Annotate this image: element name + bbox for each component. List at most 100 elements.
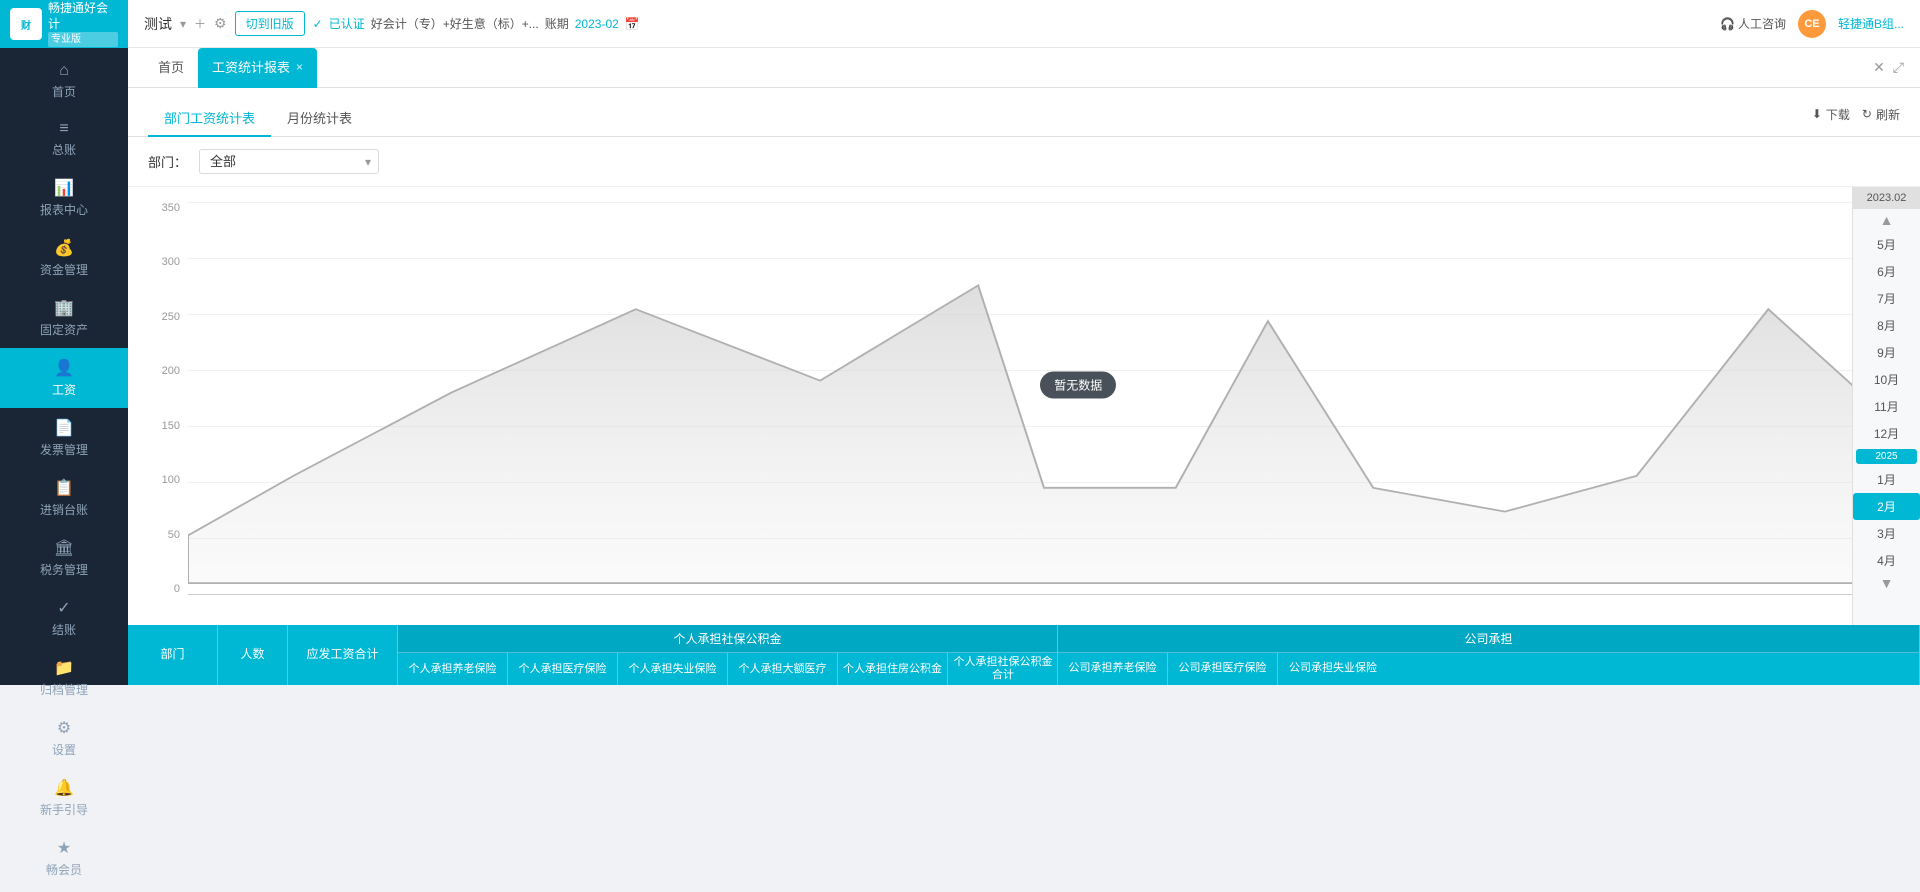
table-header: 部门 人数 应发工资合计 个人承担社保公积金 个人承担养老保险 个人承担医疗保险	[128, 625, 1920, 685]
th-company-unemployment: 公司承担失业保险	[1278, 653, 1388, 685]
sidebar-item-label: 进销台账	[40, 501, 88, 518]
headset-icon: 🎧	[1720, 17, 1735, 31]
company-title: 测试	[144, 14, 172, 34]
avatar: CE	[1798, 10, 1826, 38]
area-chart	[188, 202, 1900, 595]
salary-icon: 👤	[54, 358, 74, 378]
nav-down-btn[interactable]: ▼	[1875, 574, 1899, 592]
sidebar-item-assets[interactable]: 🏢 固定资产	[0, 288, 128, 348]
month-11[interactable]: 11月	[1853, 393, 1920, 420]
certified-label: 已认证	[329, 15, 365, 32]
refresh-icon: ↻	[1862, 107, 1872, 121]
sidebar-item-close[interactable]: ✓ 结账	[0, 588, 128, 648]
tab-home-label: 首页	[158, 57, 184, 76]
year-badge-2025: 2025	[1856, 449, 1916, 464]
settings-gear-icon[interactable]: ⚙	[214, 15, 227, 32]
sidebar-item-label: 归档管理	[40, 681, 88, 698]
sidebar-item-label: 税务管理	[40, 561, 88, 578]
sidebar-item-label: 设置	[52, 741, 76, 758]
month-6[interactable]: 6月	[1853, 258, 1920, 285]
window-maximize-icon[interactable]: ⤢	[1893, 59, 1904, 76]
sales-icon: 📋	[54, 478, 74, 498]
reports-icon: 📊	[54, 178, 74, 198]
logo-icon: 财	[10, 8, 42, 40]
month-3[interactable]: 3月	[1853, 520, 1920, 547]
ledger-icon: ≡	[59, 120, 68, 138]
sidebar-item-reports[interactable]: 📊 报表中心	[0, 168, 128, 228]
sidebar-item-label: 工资	[52, 381, 76, 398]
funds-icon: 💰	[54, 238, 74, 258]
sidebar-item-settings[interactable]: ⚙ 设置	[0, 708, 128, 768]
y-label-350: 350	[162, 202, 180, 214]
main-area: 测试 ▾ ＋ ⚙ 切到旧版 ✓ 已认证 好会计（专）+好生意（标）+... 账期…	[128, 0, 1920, 685]
th-personal-medical: 个人承担医疗保险	[508, 653, 618, 685]
sidebar-item-salary[interactable]: 👤 工资	[0, 348, 128, 408]
month-2-active[interactable]: 2月	[1853, 493, 1920, 520]
sidebar-item-guide[interactable]: 🔔 新手引导	[0, 768, 128, 828]
sidebar-item-label: 结账	[52, 621, 76, 638]
window-close-icon[interactable]: ✕	[1873, 59, 1885, 76]
sidebar-nav: ⌂ 首页 ≡ 总账 📊 报表中心 💰 资金管理 🏢 固定资产 👤 工资 📄 发票…	[0, 48, 128, 892]
th-company-cells: 公司承担养老保险 公司承担医疗保险 公司承担失业保险	[1058, 653, 1919, 685]
sidebar-item-label: 畅会员	[46, 861, 82, 878]
tab-salary-label: 工资统计报表	[212, 57, 290, 76]
sidebar-item-home[interactable]: ⌂ 首页	[0, 52, 128, 110]
th-company-pension: 公司承担养老保险	[1058, 653, 1168, 685]
month-5[interactable]: 5月	[1853, 231, 1920, 258]
month-9[interactable]: 9月	[1853, 339, 1920, 366]
archive-icon: 📁	[54, 658, 74, 678]
sub-tab-dept[interactable]: 部门工资统计表	[148, 100, 271, 137]
sidebar-item-ledger[interactable]: ≡ 总账	[0, 110, 128, 168]
month-7[interactable]: 7月	[1853, 285, 1920, 312]
username-label[interactable]: 轻捷通B组...	[1838, 15, 1904, 32]
topbar: 测试 ▾ ＋ ⚙ 切到旧版 ✓ 已认证 好会计（专）+好生意（标）+... 账期…	[128, 0, 1920, 48]
sub-tab-month[interactable]: 月份统计表	[271, 100, 368, 137]
th-personal-pension: 个人承担养老保险	[398, 653, 508, 685]
sidebar: 财 畅捷通好会计 专业版 ⌂ 首页 ≡ 总账 📊 报表中心 💰 资金管理 🏢 固…	[0, 0, 128, 685]
month-1[interactable]: 1月	[1853, 466, 1920, 493]
tab-salary-report[interactable]: 工资统计报表 ×	[198, 48, 317, 88]
certified-check-icon: ✓	[313, 17, 323, 31]
sidebar-item-sales[interactable]: 📋 进销台账	[0, 468, 128, 528]
chart-section: 350 300 250 200 150 100 50 0	[128, 187, 1920, 625]
date-panel: 2023.02 ▲ 5月 6月 7月 8月 9月 10月 11月 12月 202…	[1852, 187, 1920, 625]
sidebar-item-tax[interactable]: 🏛 税务管理	[0, 528, 128, 588]
tab-home[interactable]: 首页	[144, 48, 198, 88]
period-label: 账期	[545, 15, 569, 32]
th-personal-group: 个人承担社保公积金 个人承担养老保险 个人承担医疗保险 个人承担失业保险 个人承…	[398, 625, 1058, 685]
chart-content: 暂无数据	[188, 197, 1900, 615]
sidebar-item-label: 固定资产	[40, 321, 88, 338]
dept-select-wrapper: 全部	[199, 149, 379, 174]
sidebar-item-archive[interactable]: 📁 归档管理	[0, 648, 128, 708]
topbar-status: ✓ 已认证 好会计（专）+好生意（标）+... 账期 2023-02 📅	[313, 15, 640, 32]
add-icon[interactable]: ＋	[194, 15, 206, 32]
th-total-salary: 应发工资合计	[288, 625, 398, 685]
month-4[interactable]: 4月	[1853, 547, 1920, 574]
th-personal-cells: 个人承担养老保险 个人承担医疗保险 个人承担失业保险 个人承担大额医疗 个人承担…	[398, 653, 1057, 685]
download-btn[interactable]: ⬇ 下载	[1812, 106, 1850, 123]
sidebar-item-funds[interactable]: 💰 资金管理	[0, 228, 128, 288]
calendar-icon[interactable]: 📅	[625, 17, 640, 31]
refresh-btn[interactable]: ↻ 刷新	[1862, 106, 1900, 123]
content-inner: 部门工资统计表 月份统计表 ⬇ 下载 ↻ 刷新	[128, 88, 1920, 685]
switch-old-btn[interactable]: 切到旧版	[235, 11, 305, 36]
company-dropdown-icon[interactable]: ▾	[180, 17, 186, 31]
home-icon: ⌂	[59, 62, 69, 80]
filter-bar: 部门： 全部	[128, 137, 1920, 187]
sidebar-item-label: 发票管理	[40, 441, 88, 458]
th-personal-unemployment: 个人承担失业保险	[618, 653, 728, 685]
service-btn[interactable]: 🎧 人工咨询	[1720, 15, 1786, 32]
month-10[interactable]: 10月	[1853, 366, 1920, 393]
tab-close-icon[interactable]: ×	[296, 60, 303, 74]
sidebar-item-invoice[interactable]: 📄 发票管理	[0, 408, 128, 468]
y-label-200: 200	[162, 365, 180, 377]
month-8[interactable]: 8月	[1853, 312, 1920, 339]
month-12[interactable]: 12月	[1853, 420, 1920, 447]
chart-wrapper: 350 300 250 200 150 100 50 0	[148, 197, 1900, 615]
nav-up-btn[interactable]: ▲	[1875, 211, 1899, 229]
dept-select[interactable]: 全部	[199, 149, 379, 174]
th-personal-housing: 个人承担住房公积金	[838, 653, 948, 685]
sidebar-item-member[interactable]: ★ 畅会员	[0, 828, 128, 888]
tab-bar: 首页 工资统计报表 × ✕ ⤢	[128, 48, 1920, 88]
sidebar-item-label: 资金管理	[40, 261, 88, 278]
